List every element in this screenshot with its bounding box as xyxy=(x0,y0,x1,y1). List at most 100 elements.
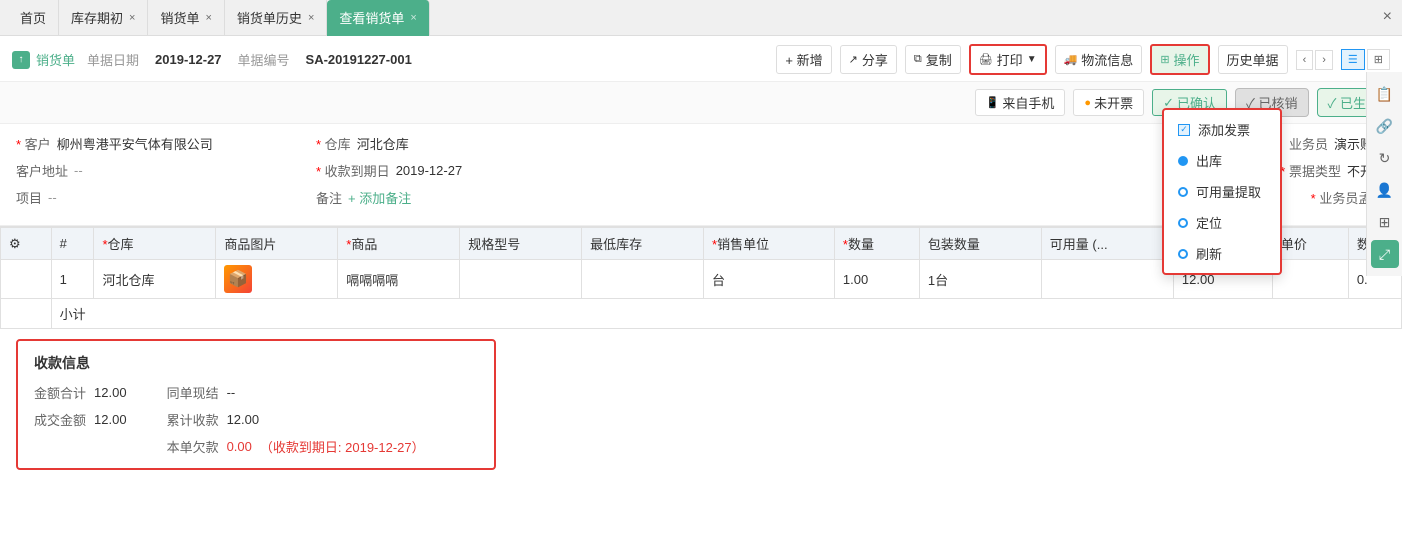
address-value: -- xyxy=(74,163,83,178)
tab-inventory[interactable]: 库存期初 × xyxy=(59,0,148,36)
tab-view-sales[interactable]: 查看销货单 × xyxy=(327,0,429,36)
grid-view[interactable]: ⊞ xyxy=(1367,49,1390,70)
cumulative-value: 12.00 xyxy=(227,412,260,427)
window-close-button[interactable]: × xyxy=(1383,8,1392,26)
tab-sales-history[interactable]: 销货单历史 × xyxy=(225,0,327,36)
row-min-stock xyxy=(582,260,704,299)
row-unit: 台 xyxy=(704,260,835,299)
attachment-icon[interactable]: 📋 xyxy=(1371,80,1399,108)
same-order-row: 同单现结 -- xyxy=(167,383,425,402)
row-image: 📦 xyxy=(216,260,338,299)
subtotal-label: 小计 xyxy=(51,299,1401,329)
row-pkg-qty: 1台 xyxy=(919,260,1041,299)
refresh-sidebar-icon[interactable]: ↻ xyxy=(1371,144,1399,172)
ship-out-item[interactable]: 出库 xyxy=(1164,145,1280,176)
col-qty: *数量 xyxy=(834,228,919,260)
current-due-row: 本单欠款 0.00 （收款到期日: 2019-12-27） xyxy=(167,437,425,456)
customer-field: 客户 柳州粤港平安气体有限公司 xyxy=(16,134,296,153)
link-icon[interactable]: 🔗 xyxy=(1371,112,1399,140)
current-due-value: 0.00 xyxy=(227,439,252,454)
row-num: 1 xyxy=(51,260,94,299)
doc-title: ↑ 销货单 xyxy=(12,50,75,69)
staff-label: 业务员 xyxy=(1289,134,1328,153)
transaction-label: 成交金额 xyxy=(34,410,86,429)
logistics-button[interactable]: 🚚 物流信息 xyxy=(1055,45,1143,74)
close-sales-tab[interactable]: × xyxy=(205,12,211,24)
share-button[interactable]: ↗ 分享 xyxy=(840,45,897,74)
prev-doc[interactable]: ‹ xyxy=(1296,50,1314,70)
history-button[interactable]: 历史单据 xyxy=(1218,45,1288,74)
locate-item[interactable]: 定位 xyxy=(1164,207,1280,238)
payment-col-right: 同单现结 -- 累计收款 12.00 本单欠款 0.00 （收款到期日: 201… xyxy=(167,383,425,456)
view-toggle: ☰ ⊞ xyxy=(1341,49,1390,70)
row-available xyxy=(1041,260,1173,299)
close-inventory-tab[interactable]: × xyxy=(129,12,135,24)
mobile-source-button[interactable]: 📱 来自手机 xyxy=(975,89,1066,116)
total-amount-label: 金额合计 xyxy=(34,383,86,402)
due-date-label: 收款到期日 xyxy=(316,161,390,180)
row-price xyxy=(1272,260,1348,299)
close-history-tab[interactable]: × xyxy=(308,12,314,24)
col-spec: 规格型号 xyxy=(460,228,582,260)
col-num: # xyxy=(51,228,94,260)
warehouse-label: 仓库 xyxy=(316,134,351,153)
add-notes-button[interactable]: + 添加备注 xyxy=(348,188,411,207)
tab-bar: 首页 库存期初 × 销货单 × 销货单历史 × 查看销货单 × × xyxy=(0,0,1402,36)
col-warehouse: *仓库 xyxy=(94,228,216,260)
project-value: -- xyxy=(48,190,57,205)
unopened-ticket-button[interactable]: ● 未开票 xyxy=(1073,89,1144,116)
payment-rows: 金额合计 12.00 成交金额 12.00 同单现结 -- xyxy=(34,383,478,456)
refresh-item[interactable]: 刷新 xyxy=(1164,238,1280,269)
subtotal-gear xyxy=(1,299,52,329)
address-label: 客户地址 xyxy=(16,161,68,180)
person-icon[interactable]: 👤 xyxy=(1371,176,1399,204)
list-view[interactable]: ☰ xyxy=(1341,49,1365,70)
expand-icon[interactable]: ⤢ xyxy=(1371,240,1399,268)
subtotal-row: 小计 xyxy=(1,299,1402,329)
ops-dropdown-menu: ✓ 添加发票 出库 可用量提取 定位 刷新 xyxy=(1162,108,1282,275)
customer-value[interactable]: 柳州粤港平安气体有限公司 xyxy=(57,134,213,153)
payment-col-left: 金额合计 12.00 成交金额 12.00 xyxy=(34,383,127,456)
add-invoice-item[interactable]: ✓ 添加发票 xyxy=(1164,114,1280,145)
col-unit: *销售单位 xyxy=(704,228,835,260)
same-order-value: -- xyxy=(227,385,236,400)
cumulative-label: 累计收款 xyxy=(167,410,219,429)
qty-extract-item[interactable]: 可用量提取 xyxy=(1164,176,1280,207)
row-gear[interactable] xyxy=(1,260,52,299)
col-price: 单价 xyxy=(1272,228,1348,260)
payment-info-box: 收款信息 金额合计 12.00 成交金额 12.00 xyxy=(16,339,496,470)
refresh-icon xyxy=(1178,249,1188,259)
toolbar: + 新增 ↗ 分享 ⧉ 复制 🖨 打印 ▼ 🚚 物流信息 xyxy=(776,44,1390,75)
cumulative-row: 累计收款 12.00 xyxy=(167,410,425,429)
due-date-field: 收款到期日 2019-12-27 xyxy=(316,161,596,180)
row-qty: 1.00 xyxy=(834,260,919,299)
grid-sidebar-icon[interactable]: ⊞ xyxy=(1371,208,1399,236)
ops-button[interactable]: ⊞ 操作 xyxy=(1150,44,1209,75)
same-order-label: 同单现结 xyxy=(167,383,219,402)
transaction-value: 12.00 xyxy=(94,412,127,427)
tab-sales[interactable]: 销货单 × xyxy=(148,0,224,36)
bottom-section: 收款信息 金额合计 12.00 成交金额 12.00 xyxy=(0,329,1402,480)
col-gear[interactable]: ⚙ xyxy=(1,228,52,260)
ticket-label: 票据类型 xyxy=(1280,161,1341,180)
warehouse-value[interactable]: 河北仓库 xyxy=(357,134,409,153)
col-available: 可用量 (... xyxy=(1041,228,1173,260)
project-label: 项目 xyxy=(16,188,42,207)
next-doc[interactable]: › xyxy=(1315,50,1333,70)
close-view-sales-tab[interactable]: × xyxy=(410,12,416,24)
col-product: *商品 xyxy=(338,228,460,260)
due-date-value[interactable]: 2019-12-27 xyxy=(396,163,463,178)
col-image: 商品图片 xyxy=(216,228,338,260)
copy-button[interactable]: ⧉ 复制 xyxy=(905,45,961,74)
col-min-stock: 最低库存 xyxy=(582,228,704,260)
locate-icon xyxy=(1178,218,1188,228)
customer-label: 客户 xyxy=(16,134,51,153)
add-button[interactable]: + 新增 xyxy=(776,45,831,74)
row-product[interactable]: 嗝嗝嗝嗝 xyxy=(338,260,460,299)
payment-title: 收款信息 xyxy=(34,353,478,373)
print-button[interactable]: 🖨 打印 ▼ xyxy=(969,44,1047,75)
transaction-row: 成交金额 12.00 xyxy=(34,410,127,429)
current-due-label: 本单欠款 xyxy=(167,437,219,456)
tab-home[interactable]: 首页 xyxy=(8,0,59,36)
address-field: 客户地址 -- xyxy=(16,161,296,180)
